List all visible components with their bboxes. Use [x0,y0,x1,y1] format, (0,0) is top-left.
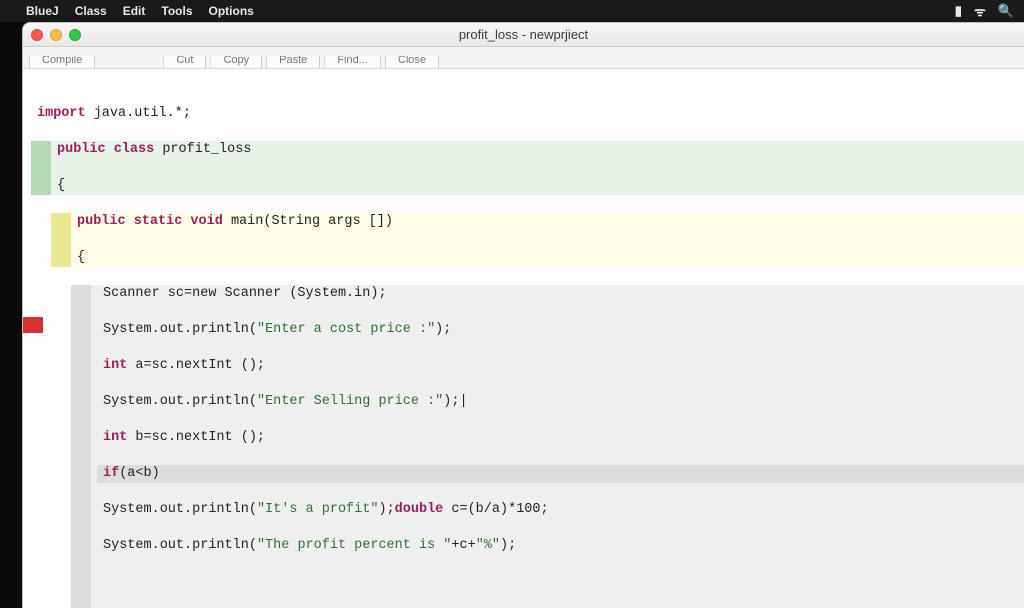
code-text: { [71,249,1024,267]
code-text: System.out.println( [103,502,257,517]
code-string: "It's a profit" [257,502,379,517]
code-keyword: import [37,106,86,121]
code-string: "Enter a cost price :" [257,322,435,337]
code-text: profit_loss [154,142,251,157]
code-keyword: if [103,466,119,481]
code-text: java.util.*; [86,106,191,121]
editor-window: profit_loss - newprjiect Compile Cut Cop… [22,22,1024,608]
menu-class[interactable]: Class [75,4,107,18]
menu-tools[interactable]: Tools [161,4,192,18]
find-button[interactable]: Find... [324,50,381,68]
code-text: b=sc.nextInt (); [127,430,265,445]
code-text: ); [435,322,451,337]
compile-button[interactable]: Compile [29,50,95,68]
code-keyword: int [103,358,127,373]
code-text: c=(b/a)*100; [443,502,548,517]
code-text: System.out.println( [103,538,257,553]
window-title: profit_loss - newprjiect [23,27,1024,42]
code-keyword: class [106,142,155,157]
code-text: ); [500,538,516,553]
macos-menubar: BlueJ Class Edit Tools Options ↖ ▮ ᯤ 🔍 [0,0,1024,22]
paste-button[interactable]: Paste [266,50,320,68]
copy-button[interactable]: Copy [210,50,262,68]
code-text: (a<b) [119,466,160,481]
code-text: +c+ [451,538,475,553]
code-keyword: void [182,214,223,229]
menubar-status: ▮ ᯤ 🔍 [955,2,1014,20]
code-editor[interactable]: import java.util.*; public class profit_… [23,69,1024,608]
battery-icon[interactable]: ▮ [955,3,962,19]
cut-button[interactable]: Cut [163,50,206,68]
code-text: a=sc.nextInt (); [127,358,265,373]
code-keyword: static [126,214,183,229]
window-titlebar[interactable]: profit_loss - newprjiect [23,23,1024,47]
code-text: System.out.println( [103,322,257,337]
menu-options[interactable]: Options [209,4,254,18]
menu-edit[interactable]: Edit [123,4,146,18]
code-text: ); [443,394,459,409]
wifi-icon[interactable]: ᯤ [974,2,986,20]
code-string: "Enter Selling price :" [257,394,443,409]
code-keyword: int [103,430,127,445]
code-text: main(String args []) [223,214,393,229]
menu-bluej[interactable]: BlueJ [26,4,59,18]
text-cursor: | [459,394,467,409]
search-icon[interactable]: 🔍 [998,3,1014,19]
editor-toolbar: Compile Cut Copy Paste Find... Close [23,47,1024,69]
code-string: "%" [476,538,500,553]
code-text: System.out.println( [103,394,257,409]
code-keyword: public [57,142,106,157]
code-string: "The profit percent is " [257,538,451,553]
error-marker[interactable] [23,317,43,333]
code-text: { [51,177,1024,195]
code-keyword: double [395,502,444,517]
code-text: Scanner sc=new Scanner (System.in); [97,285,1024,303]
code-keyword: public [77,214,126,229]
code-text: ); [378,502,394,517]
close-button[interactable]: Close [385,50,439,68]
